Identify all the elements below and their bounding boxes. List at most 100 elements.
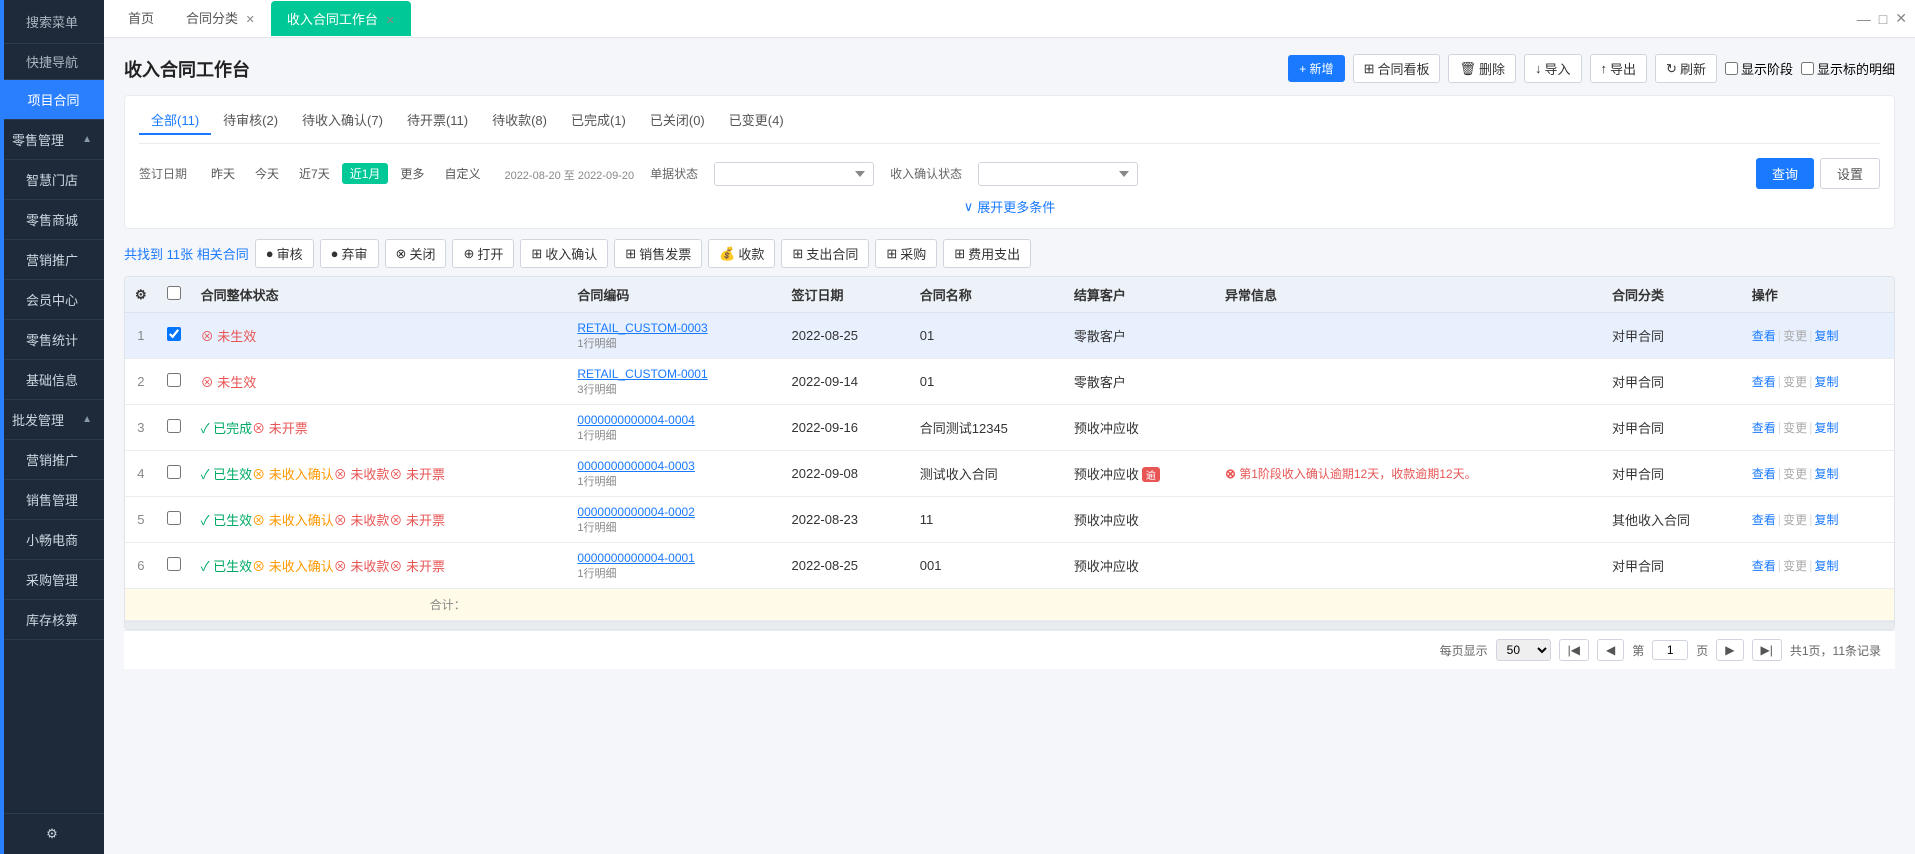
- op-查看[interactable]: 查看: [1752, 513, 1776, 527]
- filter-settings-button[interactable]: 设置: [1820, 158, 1880, 189]
- sidebar-search[interactable]: 搜索菜单: [0, 0, 104, 44]
- income-confirm-select[interactable]: [978, 162, 1138, 186]
- row-checkbox[interactable]: [157, 405, 191, 451]
- contract-code-link[interactable]: RETAIL_CUSTOM-0003: [577, 321, 707, 335]
- op-变更[interactable]: 变更: [1783, 513, 1807, 527]
- filter-tab-pending-invoice[interactable]: 待开票(11): [395, 106, 480, 135]
- page-first-btn[interactable]: |◀: [1559, 639, 1589, 661]
- op-复制[interactable]: 复制: [1815, 513, 1839, 527]
- window-close-icon[interactable]: ✕: [1895, 10, 1907, 27]
- op-查看[interactable]: 查看: [1752, 559, 1776, 573]
- filter-tab-all[interactable]: 全部(11): [139, 106, 211, 135]
- expand-more-btn[interactable]: ∨ 展开更多条件: [139, 195, 1880, 218]
- open-btn[interactable]: ⊕ 打开: [452, 239, 514, 268]
- import-button[interactable]: ↓ 导入: [1524, 54, 1582, 83]
- tab-close-income-workbench[interactable]: ✕: [386, 15, 395, 27]
- tab-close-contract-cat[interactable]: ✕: [246, 14, 255, 26]
- sidebar-item-marketing[interactable]: 营销推广: [0, 240, 104, 280]
- filter-tab-changed[interactable]: 已变更(4): [717, 106, 796, 135]
- col-settings[interactable]: ⚙: [125, 277, 157, 313]
- sidebar-item-smart[interactable]: 智慧门店: [0, 160, 104, 200]
- sidebar-item-retail[interactable]: 零售管理 ▲: [0, 120, 104, 160]
- sidebar-item-mkt2[interactable]: 营销推广: [0, 440, 104, 480]
- page-prev-btn[interactable]: ◀: [1597, 639, 1624, 661]
- purchase-btn[interactable]: ⊞ 采购: [875, 239, 937, 268]
- income-confirm-btn[interactable]: ⊞ 收入确认: [520, 239, 608, 268]
- show-stages-toggle[interactable]: 显示阶段: [1725, 59, 1793, 78]
- page-next-btn[interactable]: ▶: [1716, 639, 1743, 661]
- contract-code-link[interactable]: 0000000000004-0001: [577, 551, 694, 565]
- review-btn[interactable]: ● 审核: [255, 239, 314, 268]
- filter-tab-completed[interactable]: 已完成(1): [559, 106, 638, 135]
- sidebar-item-base[interactable]: 基础信息: [0, 360, 104, 400]
- op-查看[interactable]: 查看: [1752, 467, 1776, 481]
- sidebar-item-stat[interactable]: 零售统计: [0, 320, 104, 360]
- sidebar-item-online[interactable]: 零售商城: [0, 200, 104, 240]
- page-size-select[interactable]: 50 10 20 100: [1496, 639, 1551, 661]
- show-details-toggle[interactable]: 显示标的明细: [1801, 59, 1895, 78]
- filter-tab-pending-payment[interactable]: 待收款(8): [480, 106, 559, 135]
- op-复制[interactable]: 复制: [1815, 467, 1839, 481]
- col-checkbox-header[interactable]: [157, 277, 191, 313]
- op-查看[interactable]: 查看: [1752, 375, 1776, 389]
- expense-btn[interactable]: ⊞ 费用支出: [943, 239, 1031, 268]
- op-查看[interactable]: 查看: [1752, 329, 1776, 343]
- sidebar-item-member[interactable]: 会员中心: [0, 280, 104, 320]
- tab-home[interactable]: 首页: [112, 0, 170, 37]
- sidebar-item-stock[interactable]: 库存核算: [0, 600, 104, 640]
- date-last7[interactable]: 近7天: [291, 163, 338, 184]
- contract-code-link[interactable]: 0000000000004-0002: [577, 505, 694, 519]
- query-button[interactable]: 查询: [1756, 158, 1814, 189]
- sales-invoice-btn[interactable]: ⊞ 销售发票: [614, 239, 702, 268]
- date-last1m[interactable]: 近1月: [342, 163, 389, 184]
- date-today[interactable]: 今天: [247, 163, 287, 184]
- op-复制[interactable]: 复制: [1815, 559, 1839, 573]
- settings-button[interactable]: ⚙: [0, 813, 104, 854]
- op-复制[interactable]: 复制: [1815, 329, 1839, 343]
- op-变更[interactable]: 变更: [1783, 559, 1807, 573]
- date-custom[interactable]: 自定义: [436, 163, 488, 184]
- expenditure-contract-btn[interactable]: ⊞ 支出合同: [781, 239, 869, 268]
- row-checkbox[interactable]: [157, 497, 191, 543]
- sidebar-item-xiaochange[interactable]: 小畅电商: [0, 520, 104, 560]
- page-last-btn[interactable]: ▶|: [1752, 639, 1782, 661]
- sidebar-item-project[interactable]: 项目合同: [0, 80, 104, 120]
- page-number-input[interactable]: [1652, 640, 1688, 660]
- add-button[interactable]: + 新增: [1288, 55, 1344, 82]
- sidebar-quick-nav[interactable]: 快捷导航: [0, 44, 104, 80]
- row-checkbox[interactable]: [157, 359, 191, 405]
- row-checkbox[interactable]: [157, 313, 191, 359]
- op-变更[interactable]: 变更: [1783, 375, 1807, 389]
- op-变更[interactable]: 变更: [1783, 329, 1807, 343]
- sidebar-item-wholesale[interactable]: 批发管理 ▲: [0, 400, 104, 440]
- abandon-review-btn[interactable]: ● 弃审: [320, 239, 379, 268]
- date-yesterday[interactable]: 昨天: [203, 163, 243, 184]
- contract-code-link[interactable]: 0000000000004-0003: [577, 459, 694, 473]
- op-变更[interactable]: 变更: [1783, 467, 1807, 481]
- export-button[interactable]: ↑ 导出: [1590, 54, 1648, 83]
- close-btn[interactable]: ⊗ 关闭: [385, 239, 447, 268]
- contract-code-link[interactable]: 0000000000004-0004: [577, 413, 694, 427]
- window-maximize-icon[interactable]: □: [1879, 11, 1887, 27]
- payment-btn[interactable]: 💰 收款: [708, 239, 775, 268]
- doc-status-select[interactable]: [714, 162, 874, 186]
- op-复制[interactable]: 复制: [1815, 421, 1839, 435]
- op-复制[interactable]: 复制: [1815, 375, 1839, 389]
- filter-tab-closed[interactable]: 已关闭(0): [638, 106, 717, 135]
- date-more[interactable]: 更多: [392, 163, 432, 184]
- filter-tab-pending-review[interactable]: 待审核(2): [211, 106, 290, 135]
- window-minimize-icon[interactable]: —: [1857, 11, 1871, 27]
- tab-contract-cat[interactable]: 合同分类 ✕: [170, 0, 271, 37]
- sidebar-item-purchase[interactable]: 采购管理: [0, 560, 104, 600]
- contract-code-link[interactable]: RETAIL_CUSTOM-0001: [577, 367, 707, 381]
- op-查看[interactable]: 查看: [1752, 421, 1776, 435]
- tab-income-workbench[interactable]: 收入合同工作台 ✕: [271, 1, 411, 36]
- row-checkbox[interactable]: [157, 451, 191, 497]
- row-checkbox[interactable]: [157, 543, 191, 589]
- sidebar-item-sales[interactable]: 销售管理: [0, 480, 104, 520]
- delete-button[interactable]: 🗑 删除: [1448, 54, 1516, 83]
- op-变更[interactable]: 变更: [1783, 421, 1807, 435]
- filter-tab-pending-income-confirm[interactable]: 待收入确认(7): [290, 106, 395, 135]
- refresh-button[interactable]: ↻ 刷新: [1655, 54, 1717, 83]
- panel-button[interactable]: ⊞ 合同看板: [1353, 54, 1441, 83]
